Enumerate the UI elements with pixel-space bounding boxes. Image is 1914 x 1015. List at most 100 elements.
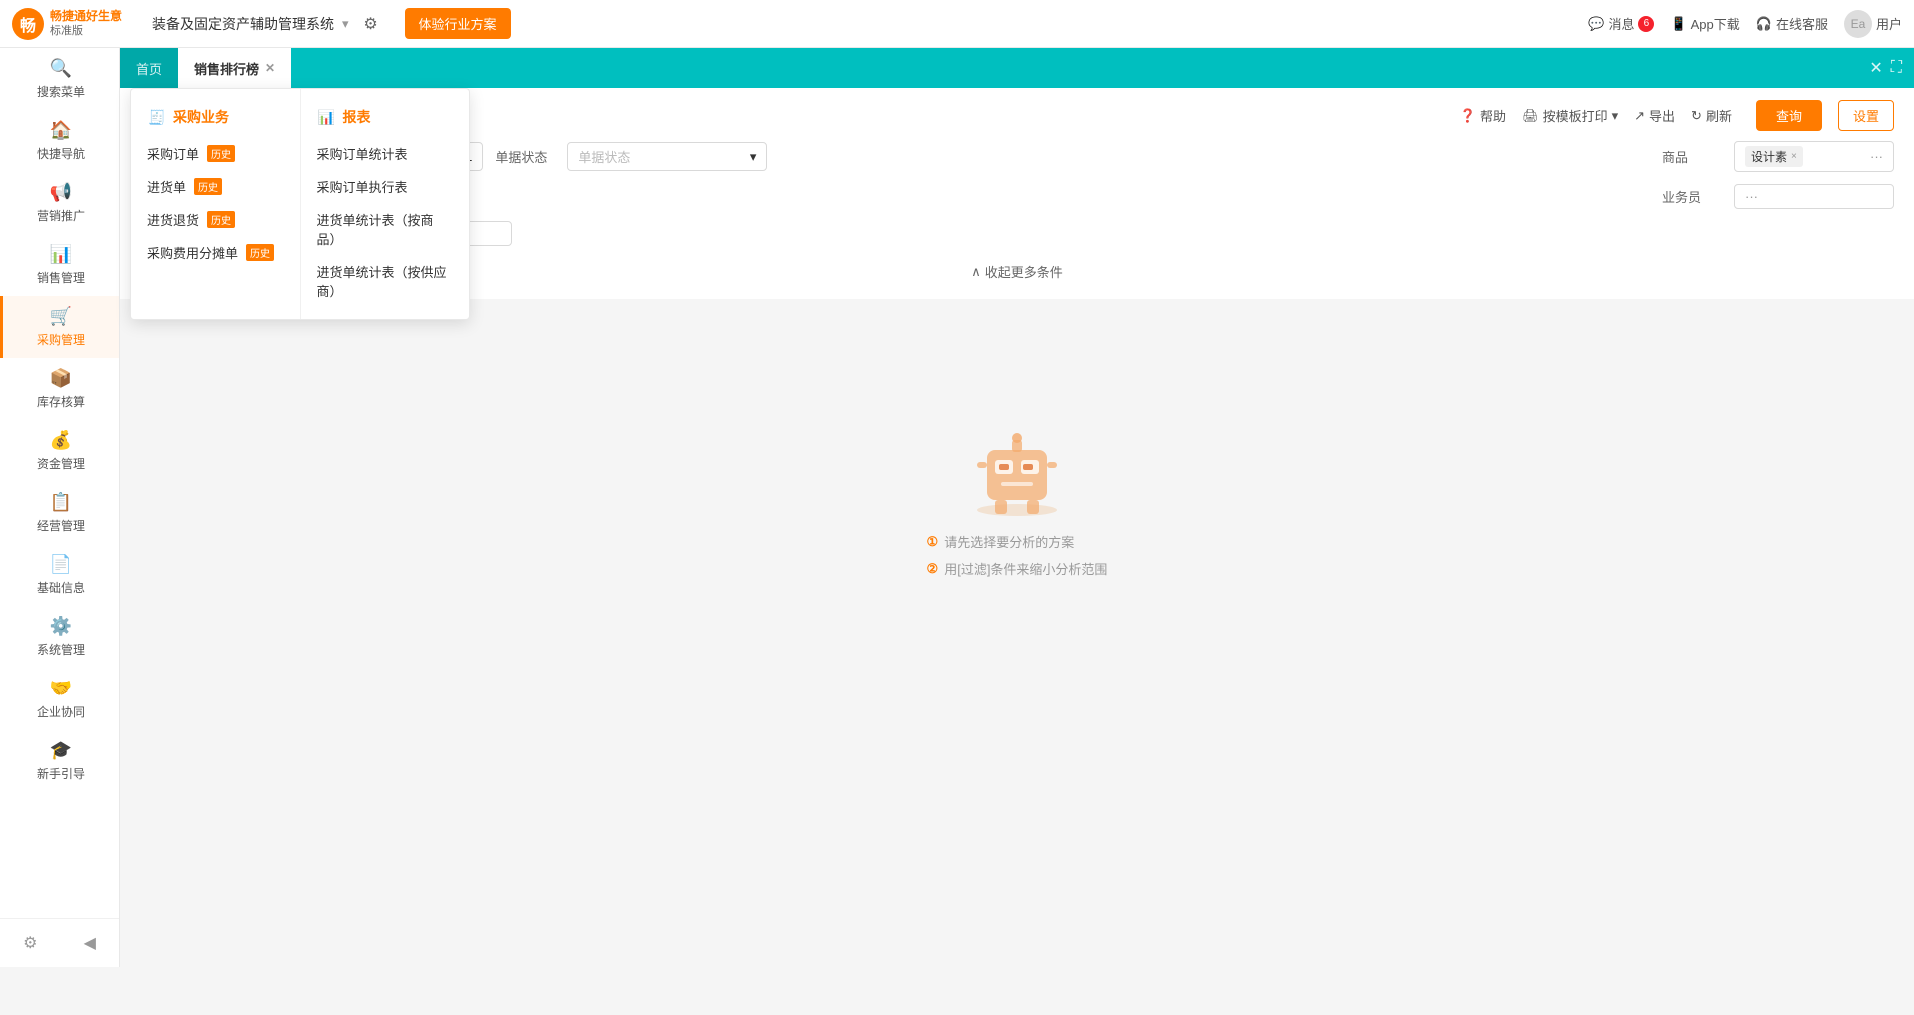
sidebar-label-basic: 基础信息 [37,579,85,596]
sidebar-label-marketing: 营销推广 [37,207,85,224]
menu-item-goods-return[interactable]: 进货退货 历史 [131,203,300,236]
marketing-icon: 📢 [50,182,72,203]
menu-item-purchase-expense[interactable]: 采购费用分摊单 历史 [131,236,300,269]
logo-area: 畅 畅捷通好生意 标准版 [12,8,132,40]
tab-bar: 首页 销售排行榜 ✕ ✕ ⛶ [120,48,1914,88]
logo-line1: 畅捷通好生意 [50,9,122,25]
refresh-icon: ↻ [1691,108,1702,124]
menu-label-purchase-order-exec: 采购订单执行表 [317,177,408,196]
sidebar-label-search: 搜索菜单 [37,83,85,100]
phone-icon: 📱 [1670,16,1686,32]
enterprise-icon: 🤝 [50,678,72,699]
help-icon: ❓ [1460,108,1476,124]
app-download-item[interactable]: 📱 App下载 [1670,14,1739,33]
purchase-category: 🧾 采购业务 [131,101,300,137]
goods-tag-close[interactable]: × [1791,151,1797,162]
sidebar-label-guide: 新手引导 [37,765,85,782]
sidebar-label-sales: 销售管理 [37,269,85,286]
status-dropdown-icon: ▾ [750,149,757,165]
sidebar-item-marketing[interactable]: 📢 营销推广 [0,172,119,234]
export-icon: ↗ [1634,108,1645,124]
refresh-label: 刷新 [1706,106,1732,125]
sidebar-item-enterprise[interactable]: 🤝 企业协同 [0,668,119,730]
sidebar-item-finance[interactable]: 💰 资金管理 [0,420,119,482]
sidebar-item-guide[interactable]: 🎓 新手引导 [0,730,119,792]
set-button[interactable]: 设置 [1838,100,1894,131]
query-button[interactable]: 查询 [1756,100,1822,131]
sales-icon: 📊 [50,244,72,265]
report-category: 📊 报表 [301,101,470,137]
help-item[interactable]: ❓ 帮助 [1460,106,1506,125]
sidebar-item-inventory[interactable]: 📦 库存核算 [0,358,119,420]
print-template-item[interactable]: 🖨 按模板打印 ▾ [1522,106,1618,125]
refresh-item[interactable]: ↻ 刷新 [1691,106,1732,125]
tab-close-icon[interactable]: ✕ [265,61,275,75]
goods-dots[interactable]: ··· [1870,149,1883,164]
history-badge-0: 历史 [207,145,235,162]
hint-number-2: ② [927,561,939,577]
empty-hints: ① 请先选择要分析的方案 ② 用[过滤]条件来缩小分析范围 [927,532,1108,578]
menu-item-goods-receipt-by-supplier[interactable]: 进货单统计表（按供应商） [301,255,470,307]
sidebar-label-finance: 资金管理 [37,455,85,472]
system-title-area: 装备及固定资产辅助管理系统 ▾ ⚙ 体验行业方案 [152,8,1588,39]
sidebar-label-system: 系统管理 [37,641,85,658]
home-icon: 🏠 [50,120,72,141]
collapse-icon: ∧ [971,264,981,280]
system-name: 装备及固定资产辅助管理系统 [152,14,334,34]
user-item[interactable]: Ea 用户 [1844,10,1902,38]
sidebar-item-purchase[interactable]: 🛒 采购管理 [0,296,119,358]
sidebar-collapse-btn[interactable]: ◀ [76,929,104,957]
sidebar-settings-btn[interactable]: ⚙ [15,929,45,957]
status-label: 单据状态 [495,147,555,166]
sidebar-item-basic[interactable]: 📄 基础信息 [0,544,119,606]
menu-item-purchase-order-exec[interactable]: 采购订单执行表 [301,170,470,203]
tab-sales-rank-label: 销售排行榜 [194,59,259,78]
tab-expand-icon[interactable]: ⛶ [1891,59,1902,77]
sidebar-item-quicknav[interactable]: 🏠 快捷导航 [0,110,119,172]
tab-home[interactable]: 首页 [120,48,178,88]
hint-number-1: ① [927,534,939,550]
export-label: 导出 [1649,106,1675,125]
purchase-icon: 🛒 [50,306,72,327]
search-icon: 🔍 [50,58,72,79]
empty-hint-1: ① 请先选择要分析的方案 [927,532,1108,551]
system-icon: ⚙️ [50,616,72,637]
menu-item-goods-receipt[interactable]: 进货单 历史 [131,170,300,203]
salesperson-dots[interactable]: ··· [1745,189,1758,204]
sidebar-item-search[interactable]: 🔍 搜索菜单 [0,48,119,110]
notification-item[interactable]: 💬 消息 6 [1588,14,1654,33]
menu-item-purchase-order-stats[interactable]: 采购订单统计表 [301,137,470,170]
notification-label: 消息 [1608,14,1634,33]
notification-icon: 💬 [1588,16,1604,32]
print-dropdown-icon[interactable]: ▾ [1612,108,1619,124]
menu-item-purchase-order[interactable]: 采购订单 历史 [131,137,300,170]
online-service-item[interactable]: 🎧 在线客服 [1756,14,1828,33]
menu-item-goods-receipt-by-goods[interactable]: 进货单统计表（按商品） [301,203,470,255]
menu-label-goods-receipt-by-goods: 进货单统计表（按商品） [317,210,454,248]
goods-label: 商品 [1662,147,1722,166]
sidebar-label-operations: 经营管理 [37,517,85,534]
logo-text: 畅捷通好生意 标准版 [50,9,122,39]
sidebar-item-system[interactable]: ⚙️ 系统管理 [0,606,119,668]
hint-text-1: 请先选择要分析的方案 [944,532,1074,551]
tab-sales-rank[interactable]: 销售排行榜 ✕ [178,48,291,88]
system-dropdown-arrow[interactable]: ▾ [342,16,349,32]
status-select[interactable]: 单据状态 ▾ [567,142,767,171]
sidebar-item-sales[interactable]: 📊 销售管理 [0,234,119,296]
top-bar: 畅 畅捷通好生意 标准版 装备及固定资产辅助管理系统 ▾ ⚙ 体验行业方案 💬 … [0,0,1914,48]
export-item[interactable]: ↗ 导出 [1634,106,1675,125]
operations-icon: 📋 [50,492,72,513]
sidebar-item-operations[interactable]: 📋 经营管理 [0,482,119,544]
goods-field[interactable]: 设计素 × ··· [1734,141,1894,172]
tab-close-all-icon[interactable]: ✕ [1869,58,1882,78]
user-label: 用户 [1876,14,1902,33]
menu-label-goods-receipt: 进货单 [147,177,186,196]
salesperson-field[interactable]: ··· [1734,184,1894,209]
sidebar: 🔍 搜索菜单 🏠 快捷导航 📢 营销推广 📊 销售管理 🛒 采购管理 📦 库存核… [0,48,120,967]
headset-icon: 🎧 [1756,16,1772,32]
hint-text-2: 用[过滤]条件来缩小分析范围 [944,559,1107,578]
trial-button[interactable]: 体验行业方案 [405,8,511,39]
settings-icon[interactable]: ⚙ [357,10,385,38]
purchase-business-column: 🧾 采购业务 采购订单 历史 进货单 历史 进货退货 历史 采购费用分摊单 历史 [131,89,301,319]
purchase-dropdown-menu: 🧾 采购业务 采购订单 历史 进货单 历史 进货退货 历史 采购费用分摊单 历史… [130,88,470,320]
